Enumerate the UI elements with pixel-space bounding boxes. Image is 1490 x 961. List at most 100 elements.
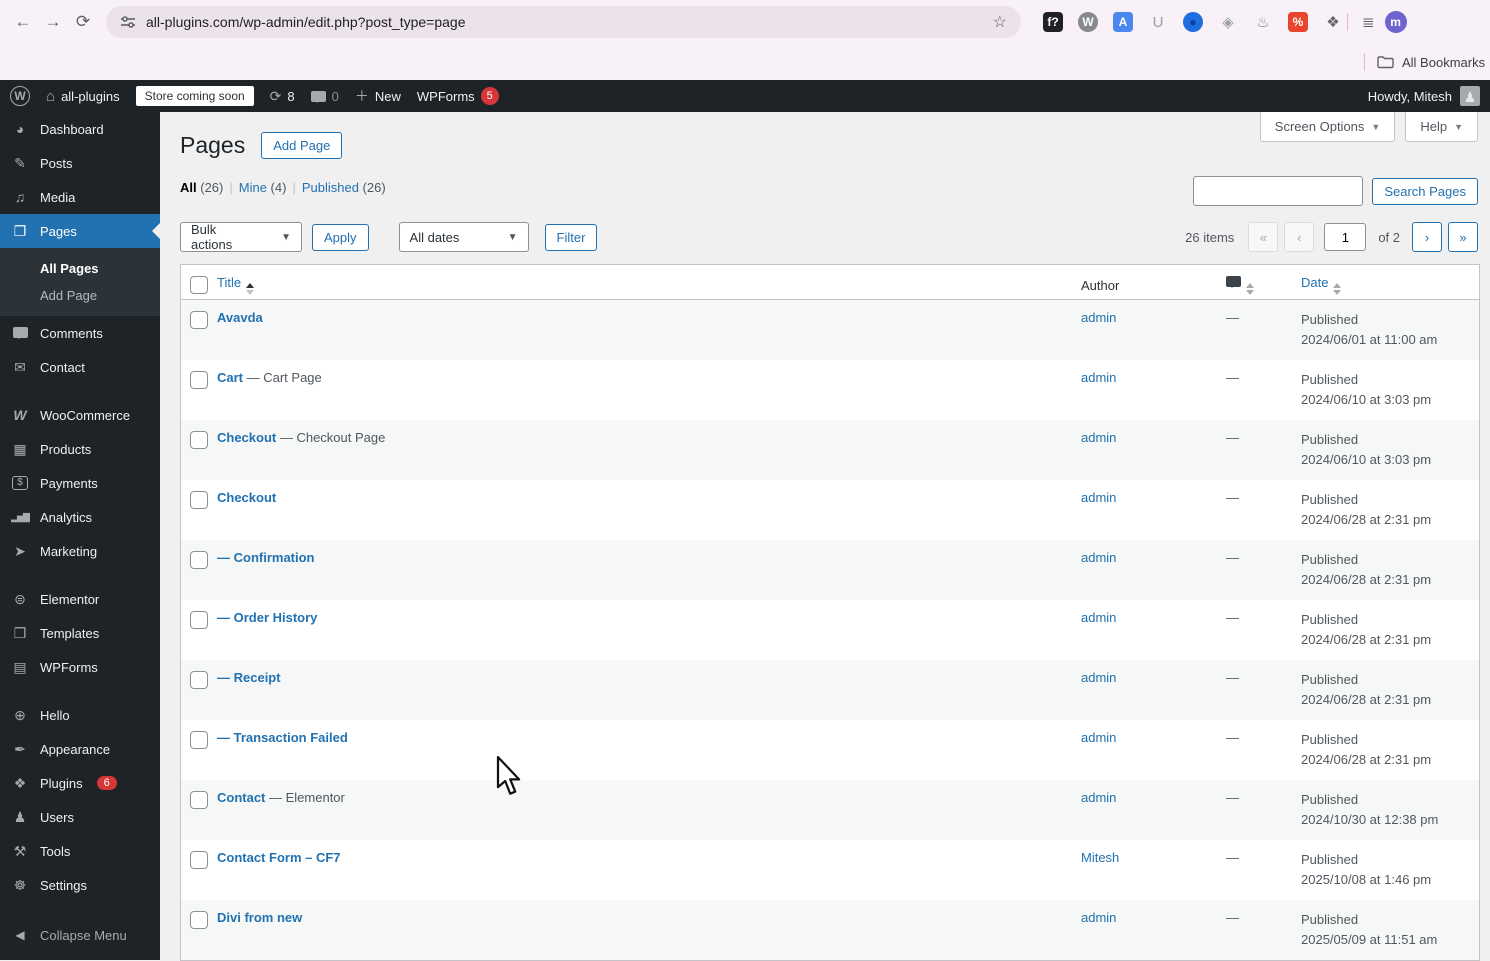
author-link[interactable]: admin <box>1081 670 1116 685</box>
row-checkbox[interactable] <box>190 371 208 389</box>
sidebar-item-analytics[interactable]: ▂▅▇ Analytics <box>0 500 160 534</box>
dates-filter-select[interactable]: All dates ▼ <box>398 222 529 252</box>
bookmark-star-icon[interactable]: ☆ <box>993 12 1007 32</box>
filter-all[interactable]: All (26) <box>180 180 223 195</box>
blue-dot-extension-icon[interactable]: ● <box>1183 12 1203 32</box>
sidebar-item-hello[interactable]: ⊕ Hello <box>0 698 160 732</box>
submenu-item-all-pages[interactable]: All Pages <box>0 255 160 282</box>
page-title-link[interactable]: — Order History <box>217 610 317 625</box>
screen-options-button[interactable]: Screen Options ▼ <box>1259 112 1396 142</box>
page-title-link[interactable]: Divi from new <box>217 910 302 925</box>
select-all-checkbox[interactable] <box>190 276 208 294</box>
author-link[interactable]: admin <box>1081 610 1116 625</box>
wp-logo-icon[interactable]: W <box>10 86 30 106</box>
new-content-link[interactable]: ＋ New <box>355 86 401 106</box>
search-input[interactable] <box>1193 176 1364 206</box>
page-title-link[interactable]: — Transaction Failed <box>217 730 348 745</box>
reload-icon[interactable]: ⟳ <box>68 7 98 37</box>
sidebar-item-dashboard[interactable]: ◕ Dashboard <box>0 112 160 146</box>
author-link[interactable]: Mitesh <box>1081 850 1119 865</box>
row-checkbox[interactable] <box>190 851 208 869</box>
sidebar-item-marketing[interactable]: ➤ Marketing <box>0 534 160 568</box>
page-title-link[interactable]: Contact <box>217 790 265 805</box>
sidebar-item-appearance[interactable]: ✒ Appearance <box>0 732 160 766</box>
author-link[interactable]: admin <box>1081 490 1116 505</box>
wpforms-link[interactable]: WPForms 5 <box>417 87 499 105</box>
page-title-link[interactable]: Avavda <box>217 310 263 325</box>
author-link[interactable]: admin <box>1081 310 1116 325</box>
comments-column-icon[interactable] <box>1226 276 1241 288</box>
collapse-menu-button[interactable]: ◀ Collapse Menu <box>0 918 160 952</box>
sidebar-item-media[interactable]: ♫ Media <box>0 180 160 214</box>
page-title-link[interactable]: Contact Form – CF7 <box>217 850 341 865</box>
author-link[interactable]: admin <box>1081 790 1116 805</box>
search-pages-button[interactable]: Search Pages <box>1372 177 1478 205</box>
wordpress-extension-icon[interactable]: W <box>1078 12 1098 32</box>
author-link[interactable]: admin <box>1081 910 1116 925</box>
row-checkbox[interactable] <box>190 731 208 749</box>
sort-title-header[interactable]: Title <box>217 275 241 290</box>
page-title-link[interactable]: — Receipt <box>217 670 281 685</box>
site-name-link[interactable]: ⌂ all-plugins <box>46 88 120 105</box>
row-checkbox[interactable] <box>190 611 208 629</box>
percent-extension-icon[interactable]: % <box>1288 12 1308 32</box>
sidebar-item-elementor[interactable]: ⊜ Elementor <box>0 582 160 616</box>
help-button[interactable]: Help ▼ <box>1405 112 1478 142</box>
sidebar-item-woocommerce[interactable]: W WooCommerce <box>0 398 160 432</box>
translate-extension-icon[interactable]: A <box>1113 12 1133 32</box>
author-link[interactable]: admin <box>1081 370 1116 385</box>
row-checkbox[interactable] <box>190 911 208 929</box>
row-checkbox[interactable] <box>190 551 208 569</box>
sidebar-item-payments[interactable]: $ Payments <box>0 466 160 500</box>
add-page-button[interactable]: Add Page <box>261 132 343 160</box>
sidebar-item-contact[interactable]: ✉ Contact <box>0 350 160 384</box>
page-title-link[interactable]: Checkout <box>217 490 276 505</box>
updates-link[interactable]: ⟳ 8 <box>270 88 295 105</box>
submenu-item-add-page[interactable]: Add Page <box>0 282 160 309</box>
sidebar-item-comments[interactable]: Comments <box>0 316 160 350</box>
filter-mine[interactable]: Mine (4) <box>239 180 287 195</box>
sidebar-item-products[interactable]: ▦ Products <box>0 432 160 466</box>
address-bar[interactable]: all-plugins.com/wp-admin/edit.php?post_t… <box>106 6 1021 38</box>
sidebar-item-plugins[interactable]: ❖ Plugins 6 <box>0 766 160 800</box>
sidebar-item-posts[interactable]: ✎ Posts <box>0 146 160 180</box>
extensions-puzzle-icon[interactable]: ❖ <box>1323 12 1343 32</box>
page-title-link[interactable]: Checkout <box>217 430 276 445</box>
sidebar-item-settings[interactable]: ☸ Settings <box>0 868 160 902</box>
sidebar-item-wpforms[interactable]: ▤ WPForms <box>0 650 160 684</box>
back-icon[interactable]: ← <box>8 7 38 37</box>
filter-published[interactable]: Published (26) <box>302 180 386 195</box>
sidebar-item-tools[interactable]: ⚒ Tools <box>0 834 160 868</box>
row-checkbox[interactable] <box>190 431 208 449</box>
shield-extension-icon[interactable]: ◈ <box>1218 12 1238 32</box>
row-checkbox[interactable] <box>190 671 208 689</box>
bulk-actions-select[interactable]: Bulk actions ▼ <box>180 222 302 252</box>
browser-profile-avatar[interactable]: m <box>1384 11 1407 33</box>
author-link[interactable]: admin <box>1081 550 1116 565</box>
sort-date-header[interactable]: Date <box>1301 275 1328 290</box>
author-link[interactable]: admin <box>1081 430 1116 445</box>
sidebar-item-templates[interactable]: ❒ Templates <box>0 616 160 650</box>
next-page-button[interactable]: › <box>1412 222 1442 252</box>
current-page-input[interactable] <box>1324 223 1367 251</box>
u-extension-icon[interactable]: U <box>1148 12 1168 32</box>
last-page-button[interactable]: » <box>1448 222 1478 252</box>
row-checkbox[interactable] <box>190 791 208 809</box>
row-checkbox[interactable] <box>190 491 208 509</box>
forward-icon[interactable]: → <box>38 7 68 37</box>
row-checkbox[interactable] <box>190 311 208 329</box>
comments-link[interactable]: 0 <box>310 89 339 104</box>
robot-extension-icon[interactable]: ♨ <box>1253 12 1273 32</box>
tab-list-icon[interactable]: ≣ <box>1362 13 1375 31</box>
apply-button[interactable]: Apply <box>312 223 369 251</box>
sidebar-item-users[interactable]: ♟ Users <box>0 800 160 834</box>
site-info-icon[interactable] <box>120 14 136 30</box>
sidebar-item-pages[interactable]: ❐ Pages <box>0 214 160 248</box>
author-link[interactable]: admin <box>1081 730 1116 745</box>
filter-button[interactable]: Filter <box>544 223 598 251</box>
all-bookmarks-label[interactable]: All Bookmarks <box>1402 55 1490 70</box>
fonts-extension-icon[interactable]: f? <box>1043 12 1063 32</box>
page-title-link[interactable]: Cart <box>217 370 243 385</box>
my-account-link[interactable]: Howdy, Mitesh ♟ <box>1368 86 1480 106</box>
page-title-link[interactable]: — Confirmation <box>217 550 315 565</box>
